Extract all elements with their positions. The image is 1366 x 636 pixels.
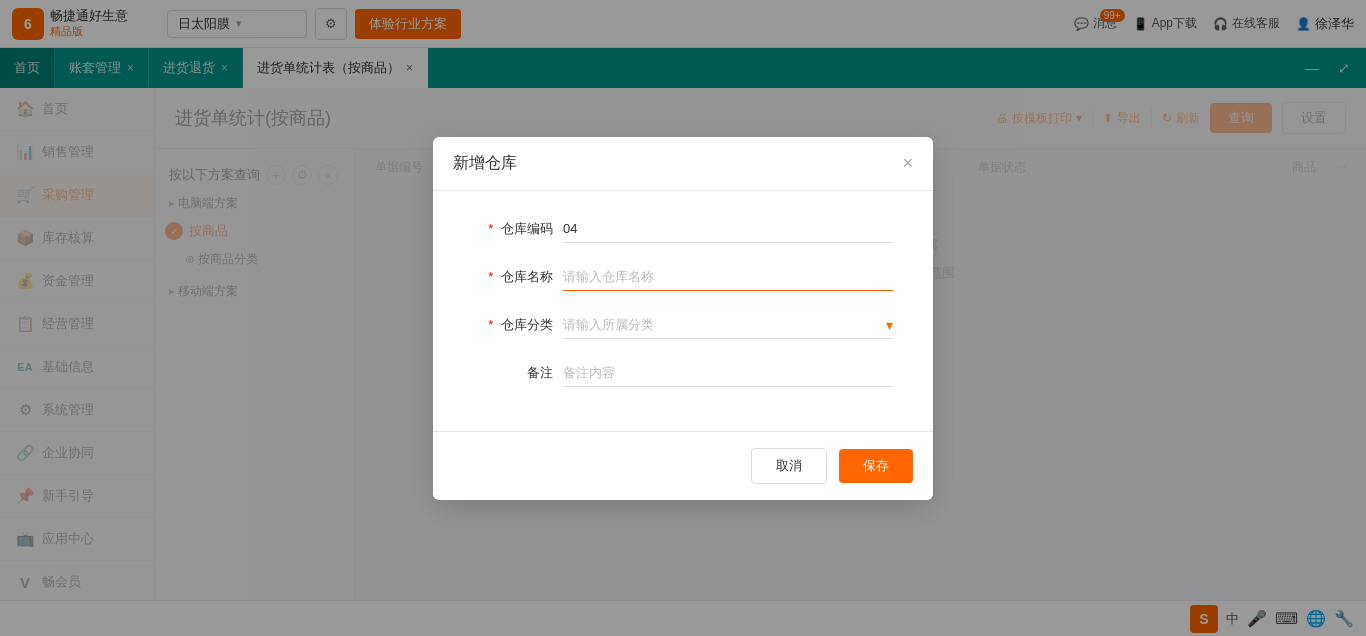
warehouse-name-input[interactable]	[563, 263, 893, 291]
save-button[interactable]: 保存	[839, 449, 913, 483]
category-select-wrapper: 请输入所属分类 ▾	[563, 311, 893, 339]
required-star-code: *	[488, 221, 493, 236]
dialog-header: 新增仓库 ×	[433, 137, 933, 191]
form-row-code: * 仓库编码	[473, 215, 893, 243]
name-label: * 仓库名称	[473, 268, 553, 286]
code-label: * 仓库编码	[473, 220, 553, 238]
required-star-name: *	[488, 269, 493, 284]
dialog-footer: 取消 保存	[433, 431, 933, 500]
category-label: * 仓库分类	[473, 316, 553, 334]
notes-label: 备注	[473, 364, 553, 382]
warehouse-code-input[interactable]	[563, 215, 893, 243]
warehouse-notes-input[interactable]	[563, 359, 893, 387]
dialog-title: 新增仓库	[453, 153, 517, 174]
dialog-overlay: 新增仓库 × * 仓库编码 * 仓库名称	[0, 0, 1366, 636]
warehouse-category-select[interactable]: 请输入所属分类	[563, 311, 893, 339]
form-row-name: * 仓库名称	[473, 263, 893, 291]
new-warehouse-dialog: 新增仓库 × * 仓库编码 * 仓库名称	[433, 137, 933, 500]
form-row-notes: 备注	[473, 359, 893, 387]
dialog-body: * 仓库编码 * 仓库名称 * 仓库分类	[433, 191, 933, 431]
required-star-category: *	[488, 317, 493, 332]
cancel-button[interactable]: 取消	[751, 448, 827, 484]
dialog-close-button[interactable]: ×	[902, 154, 913, 172]
form-row-category: * 仓库分类 请输入所属分类 ▾	[473, 311, 893, 339]
